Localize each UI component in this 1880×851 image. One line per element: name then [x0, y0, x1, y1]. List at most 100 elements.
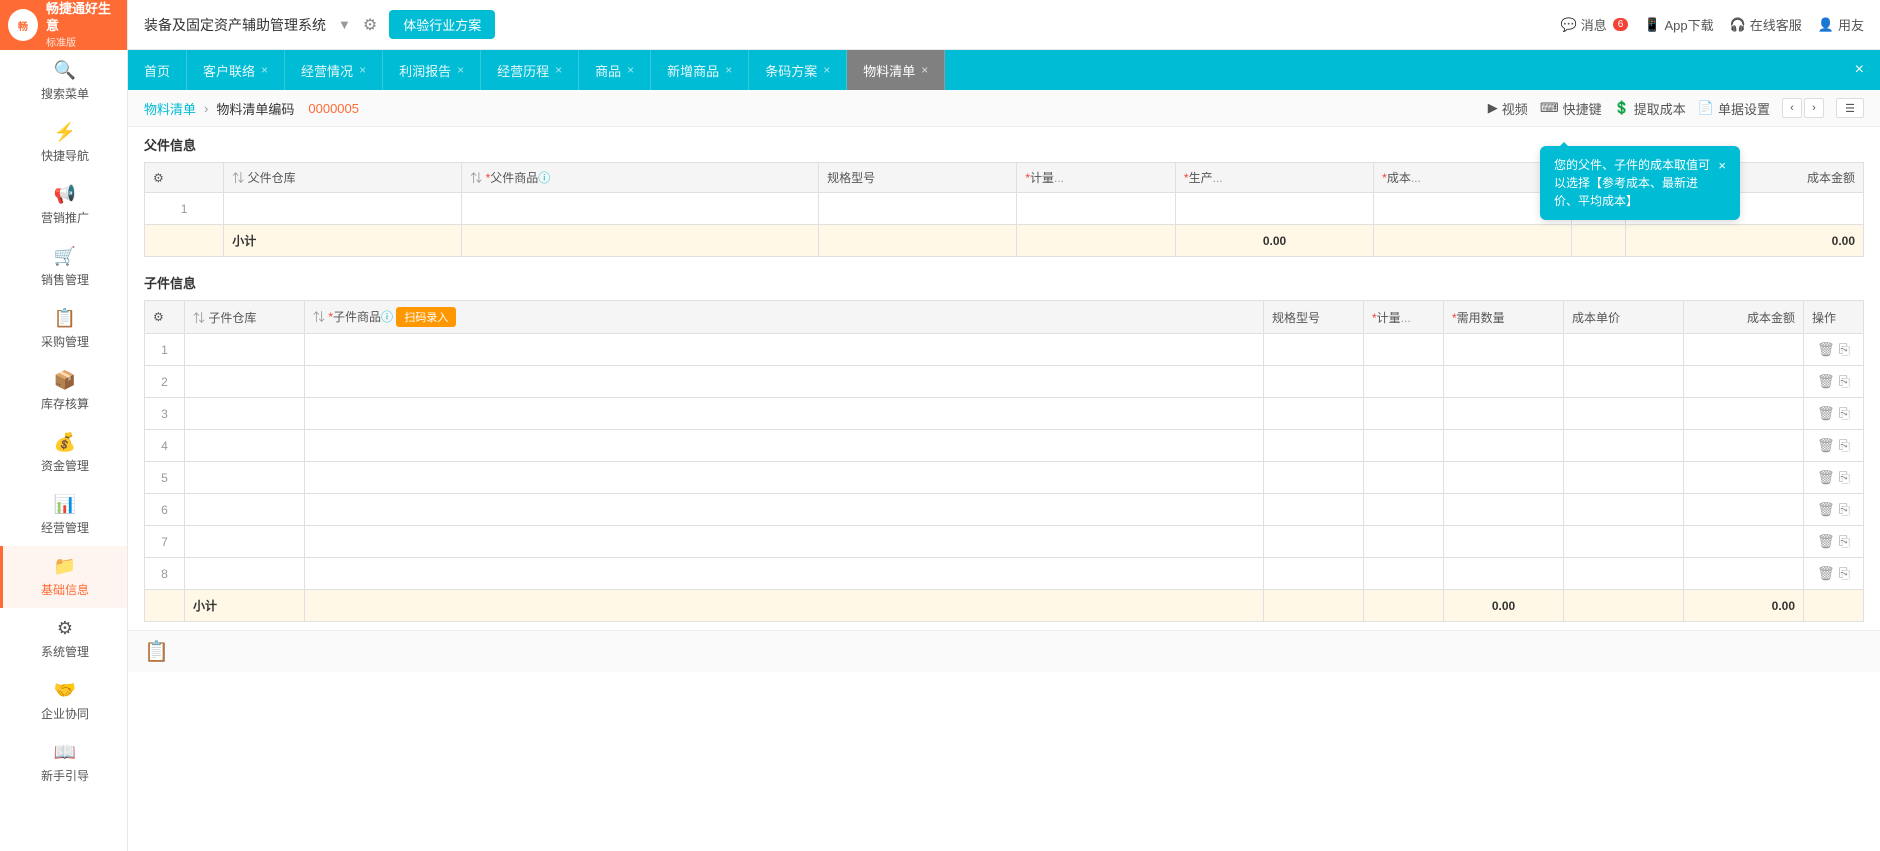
breadcrumb-parent[interactable]: 物料清单 — [144, 99, 196, 118]
child-unit-cell[interactable] — [1364, 558, 1444, 590]
close-icon[interactable]: × — [823, 63, 830, 77]
copy-icon[interactable]: ⎘ — [1839, 565, 1850, 582]
child-qty-cell[interactable] — [1444, 558, 1564, 590]
child-unit-cell[interactable] — [1364, 430, 1444, 462]
parent-unit-cell[interactable] — [1017, 193, 1176, 225]
child-qty-cell[interactable] — [1444, 526, 1564, 558]
gear-icon[interactable]: ⚙ — [363, 15, 377, 35]
tab-goods[interactable]: 商品 × — [579, 50, 651, 90]
parent-warehouse-cell[interactable] — [224, 193, 462, 225]
close-icon[interactable]: × — [627, 63, 634, 77]
child-warehouse-cell[interactable] — [185, 462, 305, 494]
copy-icon[interactable]: ⎘ — [1839, 533, 1850, 550]
tab-new-goods[interactable]: 新增商品 × — [651, 50, 749, 90]
child-unit-price-cell[interactable] — [1564, 334, 1684, 366]
child-warehouse-cell[interactable] — [185, 494, 305, 526]
child-product-cell[interactable] — [305, 494, 1264, 526]
child-unit-cell[interactable] — [1364, 334, 1444, 366]
child-warehouse-cell[interactable] — [185, 398, 305, 430]
child-unit-price-cell[interactable] — [1564, 430, 1684, 462]
close-window-icon[interactable]: × — [1847, 61, 1872, 79]
sidebar-item-enterprise[interactable]: 🤝 企业协同 — [0, 670, 127, 732]
child-spec-cell[interactable] — [1264, 558, 1364, 590]
child-spec-cell[interactable] — [1264, 334, 1364, 366]
child-spec-cell[interactable] — [1264, 526, 1364, 558]
child-qty-cell[interactable] — [1444, 334, 1564, 366]
child-spec-cell[interactable] — [1264, 366, 1364, 398]
child-product-cell[interactable] — [305, 334, 1264, 366]
sidebar-item-system[interactable]: ⚙ 系统管理 — [0, 608, 127, 670]
tab-history[interactable]: 经营历程 × — [481, 50, 579, 90]
child-qty-cell[interactable] — [1444, 494, 1564, 526]
child-unit-price-cell[interactable] — [1564, 462, 1684, 494]
child-unit-cell[interactable] — [1364, 526, 1444, 558]
close-icon[interactable]: × — [555, 63, 562, 77]
copy-icon[interactable]: ⎘ — [1839, 373, 1850, 390]
delete-icon[interactable]: 🗑 — [1817, 341, 1835, 358]
child-qty-cell[interactable] — [1444, 430, 1564, 462]
close-icon[interactable]: × — [261, 63, 268, 77]
tab-operations[interactable]: 经营情况 × — [285, 50, 383, 90]
child-warehouse-cell[interactable] — [185, 366, 305, 398]
child-product-cell[interactable] — [305, 430, 1264, 462]
delete-icon[interactable]: 🗑 — [1817, 469, 1835, 486]
parent-production-cell[interactable] — [1175, 193, 1373, 225]
close-icon[interactable]: × — [725, 63, 732, 77]
delete-icon[interactable]: 🗑 — [1817, 533, 1835, 550]
child-spec-cell[interactable] — [1264, 462, 1364, 494]
child-qty-cell[interactable] — [1444, 462, 1564, 494]
child-warehouse-cell[interactable] — [185, 526, 305, 558]
tab-barcode[interactable]: 条码方案 × — [749, 50, 847, 90]
next-arrow[interactable]: › — [1804, 98, 1824, 118]
sidebar-item-guide[interactable]: 📖 新手引导 — [0, 732, 127, 794]
close-icon[interactable]: × — [359, 63, 366, 77]
delete-icon[interactable]: 🗑 — [1817, 373, 1835, 390]
user-button[interactable]: 👤 用友 — [1818, 15, 1864, 34]
parent-spec-cell[interactable] — [819, 193, 1017, 225]
settings-icon[interactable]: ⚙ — [153, 171, 164, 185]
tab-customers[interactable]: 客户联络 × — [187, 50, 285, 90]
child-product-cell[interactable] — [305, 366, 1264, 398]
cost-button[interactable]: 💲 提取成本 — [1614, 99, 1686, 118]
tab-profit[interactable]: 利润报告 × — [383, 50, 481, 90]
child-unit-cell[interactable] — [1364, 494, 1444, 526]
sidebar-item-quicknav[interactable]: ⚡ 快捷导航 — [0, 112, 127, 174]
child-unit-price-cell[interactable] — [1564, 398, 1684, 430]
online-service-button[interactable]: 🎧 在线客服 — [1730, 15, 1802, 34]
sidebar-item-finance[interactable]: 💰 资金管理 — [0, 422, 127, 484]
child-warehouse-cell[interactable] — [185, 430, 305, 462]
child-unit-price-cell[interactable] — [1564, 526, 1684, 558]
child-warehouse-cell[interactable] — [185, 558, 305, 590]
app-download-button[interactable]: 📱 App下载 — [1644, 15, 1713, 34]
delete-icon[interactable]: 🗑 — [1817, 565, 1835, 582]
delete-icon[interactable]: 🗑 — [1817, 405, 1835, 422]
child-qty-cell[interactable] — [1444, 366, 1564, 398]
dropdown-arrow-icon[interactable]: ▼ — [338, 17, 351, 32]
sidebar-item-inventory[interactable]: 📦 库存核算 — [0, 360, 127, 422]
sidebar-item-operations[interactable]: 📊 经营管理 — [0, 484, 127, 546]
sidebar-item-search[interactable]: 🔍 搜索菜单 — [0, 50, 127, 112]
shortcut-button[interactable]: ⌨ 快捷键 — [1540, 99, 1602, 118]
sidebar-item-basic[interactable]: 📁 基础信息 — [0, 546, 127, 608]
copy-icon[interactable]: ⎘ — [1839, 405, 1850, 422]
child-unit-price-cell[interactable] — [1564, 366, 1684, 398]
child-spec-cell[interactable] — [1264, 430, 1364, 462]
child-warehouse-cell[interactable] — [185, 334, 305, 366]
child-unit-cell[interactable] — [1364, 366, 1444, 398]
delete-icon[interactable]: 🗑 — [1817, 501, 1835, 518]
copy-icon[interactable]: ⎘ — [1839, 501, 1850, 518]
tooltip-close-icon[interactable]: × — [1718, 156, 1726, 176]
child-spec-cell[interactable] — [1264, 398, 1364, 430]
copy-icon[interactable]: ⎘ — [1839, 341, 1850, 358]
copy-icon[interactable]: ⎘ — [1839, 469, 1850, 486]
child-unit-price-cell[interactable] — [1564, 494, 1684, 526]
delete-icon[interactable]: 🗑 — [1817, 437, 1835, 454]
messages-button[interactable]: 💬 消息 6 — [1561, 15, 1629, 34]
sidebar-item-marketing[interactable]: 📢 营销推广 — [0, 174, 127, 236]
child-unit-cell[interactable] — [1364, 462, 1444, 494]
child-product-cell[interactable] — [305, 398, 1264, 430]
parent-product-cell[interactable] — [462, 193, 819, 225]
close-icon[interactable]: × — [457, 63, 464, 77]
child-qty-cell[interactable] — [1444, 398, 1564, 430]
sidebar-item-sales[interactable]: 🛒 销售管理 — [0, 236, 127, 298]
